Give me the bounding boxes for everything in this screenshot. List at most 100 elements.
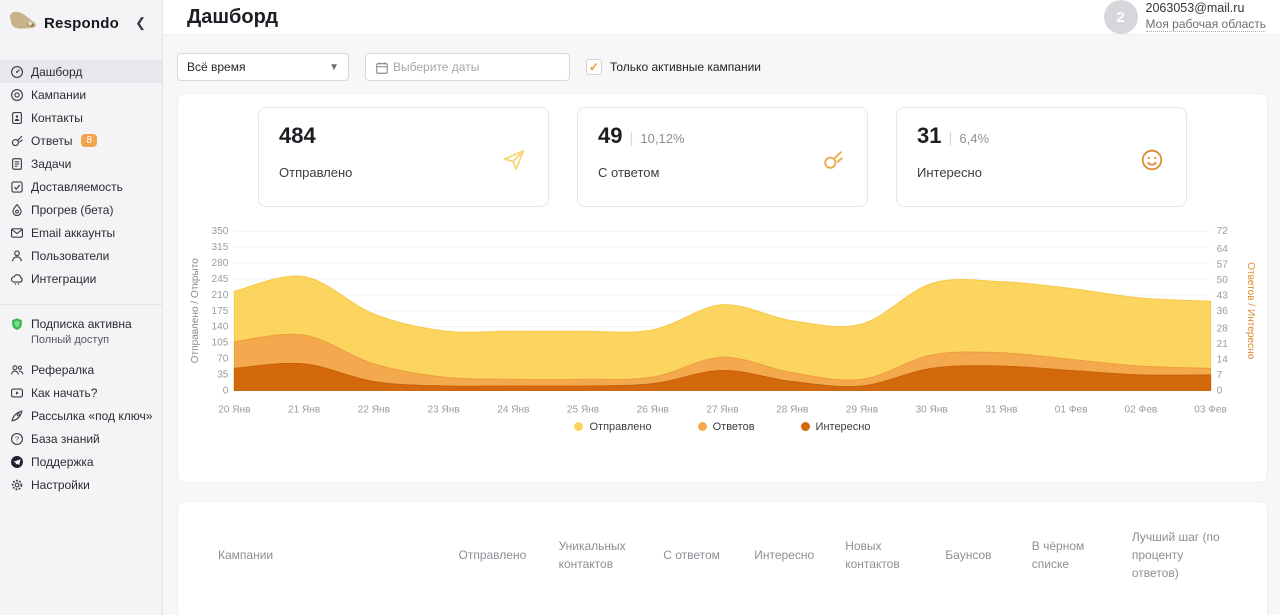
sidebar-item-label: Доставляемость <box>31 179 123 194</box>
sidebar-item-people[interactable]: Рефералка <box>0 358 162 381</box>
sidebar: Respondo ❮ Дашборд Кампании Контакты Ответы… <box>0 0 163 615</box>
subscription-label: Подписка активна <box>31 317 132 331</box>
content: Всё время ▼ Выберите даты ✓ Только актив… <box>163 35 1280 615</box>
account-email: 2063053@mail.ru <box>1145 1 1245 15</box>
sidebar-item-user[interactable]: Пользователи <box>0 244 162 267</box>
sidebar-item-drop[interactable]: Прогрев (бета) <box>0 198 162 221</box>
contact-card-icon <box>10 111 24 125</box>
left-axis-tick: 280 <box>212 258 229 269</box>
sidebar-item-label: Контакты <box>31 110 83 125</box>
right-axis-tick: 72 <box>1217 226 1229 237</box>
sidebar-item-gauge[interactable]: Дашборд <box>0 60 162 83</box>
sidebar-item-target[interactable]: Кампании <box>0 83 162 106</box>
legend-label: Интересно <box>815 420 871 433</box>
sidebar-item-contact-card[interactable]: Контакты <box>0 106 162 129</box>
table-column-header: Отправлено <box>458 548 527 562</box>
telegram-icon <box>10 455 24 469</box>
sidebar-item-check-square[interactable]: Доставляемость <box>0 175 162 198</box>
sidebar-collapse-button[interactable]: ❮ <box>129 13 152 33</box>
dashboard-panel: 484 Отправлено 49 | 10,12% С ответом 31 | 6,4% Ин… <box>177 93 1268 483</box>
time-range-value: Всё время <box>187 60 246 74</box>
left-axis-tick: 210 <box>212 290 229 301</box>
right-axis-tick: 0 <box>1217 385 1223 396</box>
paper-plane-icon <box>502 148 526 172</box>
legend-item-sent: Отправлено <box>574 420 652 433</box>
legend-label: Отправлено <box>589 420 652 433</box>
check-square-icon <box>10 180 24 194</box>
legend-dot-icon <box>697 422 707 432</box>
x-axis-tick: 02 Фев <box>1125 405 1158 416</box>
time-range-select[interactable]: Всё время ▼ <box>177 53 349 81</box>
left-axis-tick: 0 <box>223 385 229 396</box>
respondo-logo-icon <box>8 10 38 36</box>
shield-icon <box>10 317 24 331</box>
envelope-icon <box>10 226 24 240</box>
gear-icon <box>10 478 24 492</box>
sidebar-item-label: Пользователи <box>31 248 110 263</box>
legend-item-replies: Ответов <box>697 420 755 433</box>
x-axis-tick: 28 Янв <box>776 405 808 416</box>
smiley-icon <box>1140 148 1164 172</box>
sidebar-menu: Дашборд Кампании Контакты Ответы 8 Задачи Дост… <box>0 60 162 290</box>
legend-label: Ответов <box>712 420 755 433</box>
checkbox-check-icon: ✓ <box>586 59 602 75</box>
calendar-icon <box>375 61 388 74</box>
sidebar-item-label: Интеграции <box>31 271 97 286</box>
sidebar-item-envelope[interactable]: Email аккаунты <box>0 221 162 244</box>
value-separator: | <box>948 130 953 147</box>
sidebar-item-video[interactable]: Как начать? <box>0 381 162 404</box>
x-axis-tick: 29 Янв <box>846 405 878 416</box>
stat-card-интересно: 31 | 6,4% Интересно <box>896 107 1187 207</box>
legend-dot-icon <box>574 422 584 432</box>
table-header-row: Кампании Отправлено Уникальных контактов С … <box>218 528 1227 582</box>
table-column-header: С ответом <box>663 548 720 562</box>
date-picker-input[interactable]: Выберите даты <box>365 53 570 81</box>
right-axis-tick: 21 <box>1217 339 1229 350</box>
table-column-header: Уникальных контактов <box>558 539 626 571</box>
stat-card-percent: 6,4% <box>959 131 990 146</box>
replies-count-badge: 8 <box>81 134 98 147</box>
stat-cards-row: 484 Отправлено 49 | 10,12% С ответом 31 | 6,4% Ин… <box>178 107 1267 207</box>
value-separator: | <box>629 130 634 147</box>
sidebar-item-cloud[interactable]: Интеграции <box>0 267 162 290</box>
table-column-header: Кампании <box>218 548 274 562</box>
right-axis-tick: 14 <box>1217 354 1229 365</box>
sidebar-item-rocket[interactable]: Рассылка «под ключ» <box>0 404 162 427</box>
right-axis-tick: 64 <box>1217 244 1229 255</box>
sidebar-item-comet[interactable]: Ответы 8 <box>0 129 162 152</box>
sidebar-item-label: Поддержка <box>31 454 94 469</box>
sidebar-item-label: База знаний <box>31 431 100 446</box>
stat-card-percent: 10,12% <box>640 131 685 146</box>
subscription-sublabel: Полный доступ <box>31 334 110 346</box>
sidebar-item-telegram[interactable]: Поддержка <box>0 450 162 473</box>
right-axis-tick: 7 <box>1217 370 1223 381</box>
stat-card-отправлено: 484 Отправлено <box>258 107 549 207</box>
user-icon <box>10 249 24 263</box>
table-column-header: В чёрном списке <box>1031 539 1085 571</box>
account-block: 2 2063053@mail.ru Моя рабочая область <box>1103 0 1266 34</box>
sidebar-item-label: Кампании <box>31 87 87 102</box>
x-axis-tick: 22 Янв <box>358 405 390 416</box>
sidebar-item-clipboard[interactable]: Задачи <box>0 152 162 175</box>
stat-card-label: Отправлено <box>279 165 353 180</box>
left-axis-title: Отправлено / Открыто <box>190 258 201 364</box>
active-only-checkbox[interactable]: ✓ Только активные кампании <box>586 59 761 75</box>
sidebar-item-label: Прогрев (бета) <box>31 202 114 217</box>
comet-icon <box>821 148 845 172</box>
workspace-link[interactable]: Моя рабочая область <box>1145 17 1266 32</box>
stat-card-label: Интересно <box>917 165 982 180</box>
right-axis-tick: 43 <box>1217 290 1229 301</box>
left-axis-tick: 105 <box>212 338 229 349</box>
sidebar-secondary-menu: Рефералка Как начать? Рассылка «под ключ»?… <box>0 358 162 496</box>
left-axis-tick: 175 <box>212 306 229 317</box>
table-column-header: Новых контактов <box>845 539 900 571</box>
area-chart-svg: 3503152802452101751401057035072645750433… <box>190 226 1256 416</box>
right-axis-tick: 50 <box>1217 275 1229 286</box>
table-column-header: Лучший шаг (по проценту ответов) <box>1131 530 1220 580</box>
target-icon <box>10 88 24 102</box>
video-icon <box>10 386 24 400</box>
avatar[interactable]: 2 <box>1103 0 1138 34</box>
sidebar-item-gear[interactable]: Настройки <box>0 473 162 496</box>
sidebar-item-question-circle[interactable]: ? База знаний <box>0 427 162 450</box>
sidebar-item-label: Настройки <box>31 477 90 492</box>
